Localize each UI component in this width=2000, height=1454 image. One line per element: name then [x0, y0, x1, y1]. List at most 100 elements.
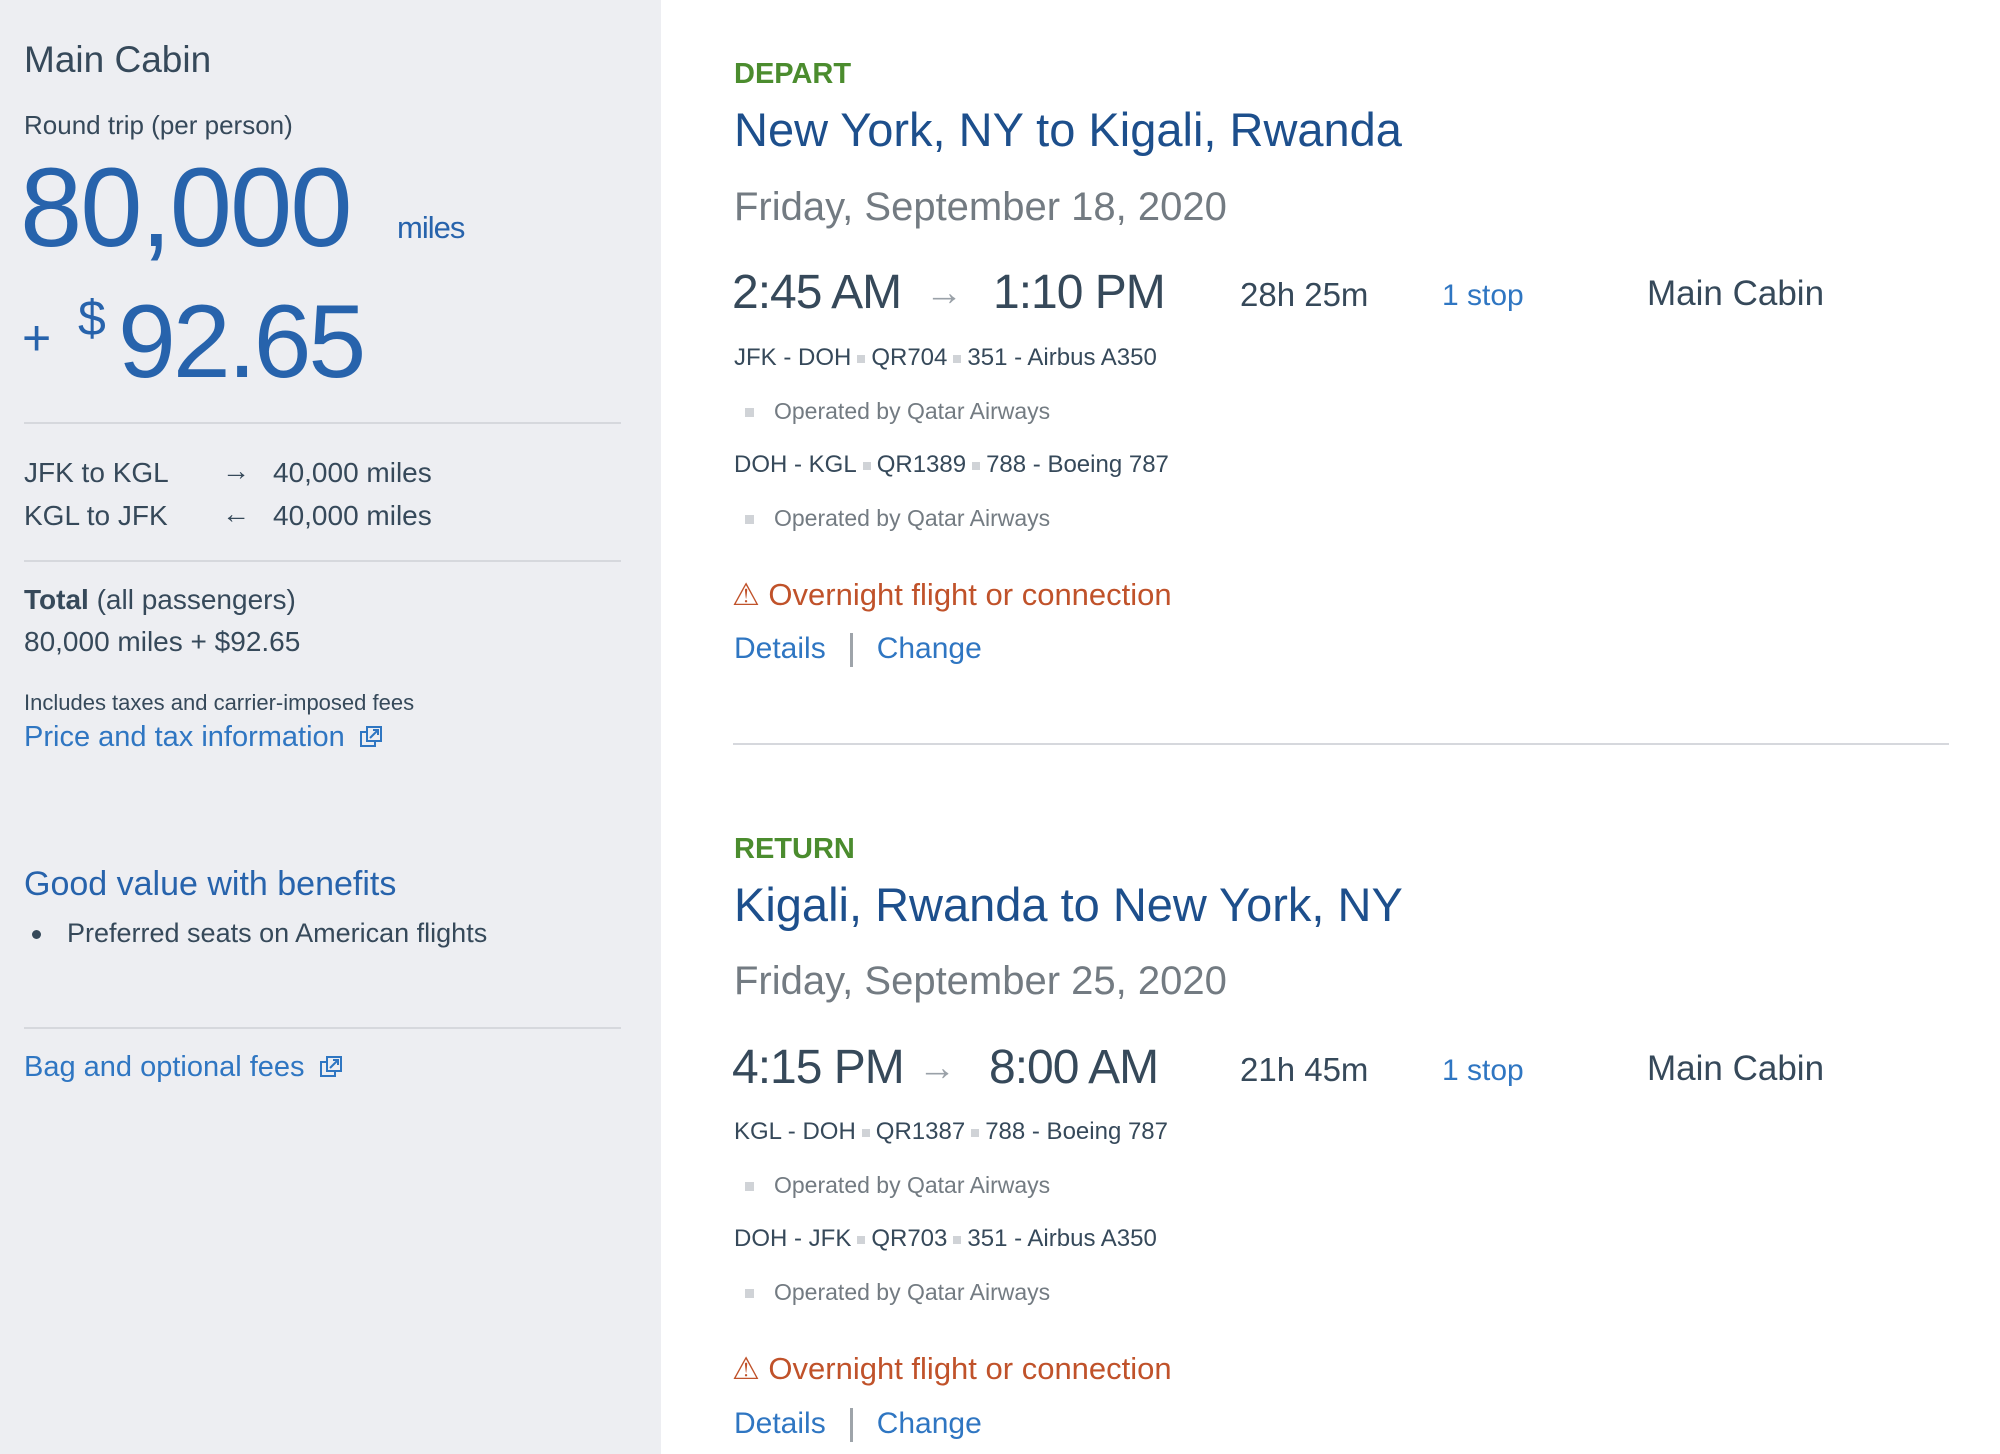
operated-by: Operated by Qatar Airways: [745, 1281, 1050, 1304]
square-bullet-icon: [745, 515, 754, 525]
duration: 21h 45m: [1240, 1051, 1369, 1088]
warning-text: Overnight flight or connection: [768, 577, 1172, 612]
flight-segment: JFK - DOH QR704 351 - Airbus A350: [734, 346, 1157, 370]
flight-number: QR1387: [875, 1118, 966, 1145]
includes-note: Includes taxes and carrier-imposed fees: [24, 690, 415, 715]
stops-link[interactable]: 1 stop: [1442, 281, 1524, 311]
flight-segment: DOH - KGL QR1389 788 - Boeing 787: [734, 453, 1169, 477]
segment-route: DOH - JFK: [734, 1225, 852, 1252]
price-tax-info-link[interactable]: Price and tax information: [24, 723, 383, 752]
cabin-class: Main Cabin: [1647, 274, 1825, 313]
divider: [24, 560, 621, 562]
benefits-title: Good value with benefits: [24, 865, 397, 903]
divider: [849, 633, 853, 667]
flight-segment: KGL - DOH QR1387 788 - Boeing 787: [734, 1120, 1168, 1144]
benefit-text: Preferred seats on American flights: [67, 918, 488, 948]
total-label-rest: (all passengers): [88, 584, 296, 615]
segment-route: KGL - DOH: [734, 1118, 856, 1145]
trip-actions: Details Change: [734, 1408, 982, 1442]
overnight-warning: ⚠ Overnight flight or connection: [732, 1353, 1172, 1384]
operated-by-text: Operated by Qatar Airways: [774, 1279, 1051, 1305]
total-label: Total (all passengers): [24, 586, 296, 614]
operated-by: Operated by Qatar Airways: [745, 400, 1050, 423]
total-label-bold: Total: [24, 584, 89, 615]
bullet-icon: [32, 930, 41, 940]
miles-unit: miles: [397, 210, 465, 245]
divider: [24, 422, 621, 424]
arrow-left-icon: ←: [222, 498, 250, 529]
trip-title: New York, NY to Kigali, Rwanda: [734, 103, 1402, 156]
flight-segment: DOH - JFK QR703 351 - Airbus A350: [734, 1227, 1157, 1251]
details-link[interactable]: Details: [734, 632, 826, 665]
separator-icon: [857, 1235, 866, 1244]
arrow-right-icon: →: [918, 1047, 956, 1089]
trip-actions: Details Change: [734, 633, 982, 667]
aircraft: 351 - Airbus A350: [967, 1225, 1157, 1252]
trip-label: DEPART: [734, 58, 852, 90]
square-bullet-icon: [745, 1182, 754, 1192]
stops-link[interactable]: 1 stop: [1442, 1056, 1524, 1086]
fare-type: Round trip (per person): [24, 110, 293, 140]
bag-fees-label: Bag and optional fees: [24, 1051, 305, 1083]
arrow-right-icon: →: [222, 455, 250, 486]
overnight-warning: ⚠ Overnight flight or connection: [732, 579, 1172, 610]
change-link[interactable]: Change: [877, 1407, 982, 1440]
duration: 28h 25m: [1240, 276, 1369, 313]
warning-text: Overnight flight or connection: [768, 1351, 1172, 1386]
segment-miles: 40,000 miles: [273, 500, 432, 531]
divider: [24, 1027, 621, 1029]
price-summary-sidebar: Main Cabin Round trip (per person) 80,00…: [0, 0, 661, 1454]
plus-sign: +: [22, 310, 52, 366]
price-amount: 92.65: [118, 284, 366, 400]
square-bullet-icon: [745, 408, 754, 418]
aircraft: 788 - Boeing 787: [986, 451, 1169, 478]
operated-by-text: Operated by Qatar Airways: [774, 1172, 1051, 1198]
warning-icon: ⚠: [732, 1351, 760, 1386]
change-link[interactable]: Change: [877, 632, 982, 665]
total-value: 80,000 miles + $92.65: [24, 626, 301, 657]
operated-by: Operated by Qatar Airways: [745, 507, 1050, 530]
trip-date: Friday, September 25, 2020: [734, 959, 1227, 1003]
arrive-time: 8:00 AM: [989, 1041, 1159, 1094]
cabin-class: Main Cabin: [1647, 1049, 1825, 1088]
aircraft: 351 - Airbus A350: [967, 344, 1157, 371]
arrive-time: 1:10 PM: [993, 266, 1166, 319]
segment-miles: 40,000 miles: [273, 457, 432, 488]
separator-icon: [972, 461, 981, 470]
separator-icon: [953, 1235, 962, 1244]
separator-icon: [861, 1128, 870, 1137]
flight-number: QR1389: [876, 451, 967, 478]
benefit-item: Preferred seats on American flights: [28, 920, 487, 947]
price-tax-info-label: Price and tax information: [24, 721, 345, 753]
details-link[interactable]: Details: [734, 1407, 826, 1440]
flight-number: QR704: [871, 344, 948, 371]
separator-icon: [953, 354, 962, 363]
currency-symbol: $: [78, 290, 106, 346]
separator-icon: [857, 354, 866, 363]
aircraft: 788 - Boeing 787: [985, 1118, 1168, 1145]
section-divider: [733, 743, 1949, 745]
segment-route: JFK to KGL: [24, 457, 169, 488]
flight-number: QR703: [871, 1225, 948, 1252]
trip-date: Friday, September 18, 2020: [734, 185, 1227, 229]
cabin-title: Main Cabin: [24, 39, 212, 80]
separator-icon: [971, 1128, 980, 1137]
depart-time: 4:15 PM: [732, 1041, 905, 1094]
trip-label: RETURN: [734, 833, 855, 865]
warning-icon: ⚠: [732, 577, 760, 612]
segment-route: KGL to JFK: [24, 500, 168, 531]
bag-fees-link[interactable]: Bag and optional fees: [24, 1053, 343, 1082]
external-link-icon: [359, 725, 383, 749]
operated-by-text: Operated by Qatar Airways: [774, 505, 1051, 531]
arrow-right-icon: →: [925, 272, 963, 314]
square-bullet-icon: [745, 1289, 754, 1299]
segment-route: JFK - DOH: [734, 344, 852, 371]
miles-amount: 80,000: [20, 145, 353, 270]
divider: [849, 1408, 853, 1442]
external-link-icon: [319, 1055, 343, 1079]
separator-icon: [862, 461, 871, 470]
operated-by: Operated by Qatar Airways: [745, 1174, 1050, 1197]
operated-by-text: Operated by Qatar Airways: [774, 398, 1051, 424]
depart-time: 2:45 AM: [732, 266, 902, 319]
segment-route: DOH - KGL: [734, 451, 857, 478]
